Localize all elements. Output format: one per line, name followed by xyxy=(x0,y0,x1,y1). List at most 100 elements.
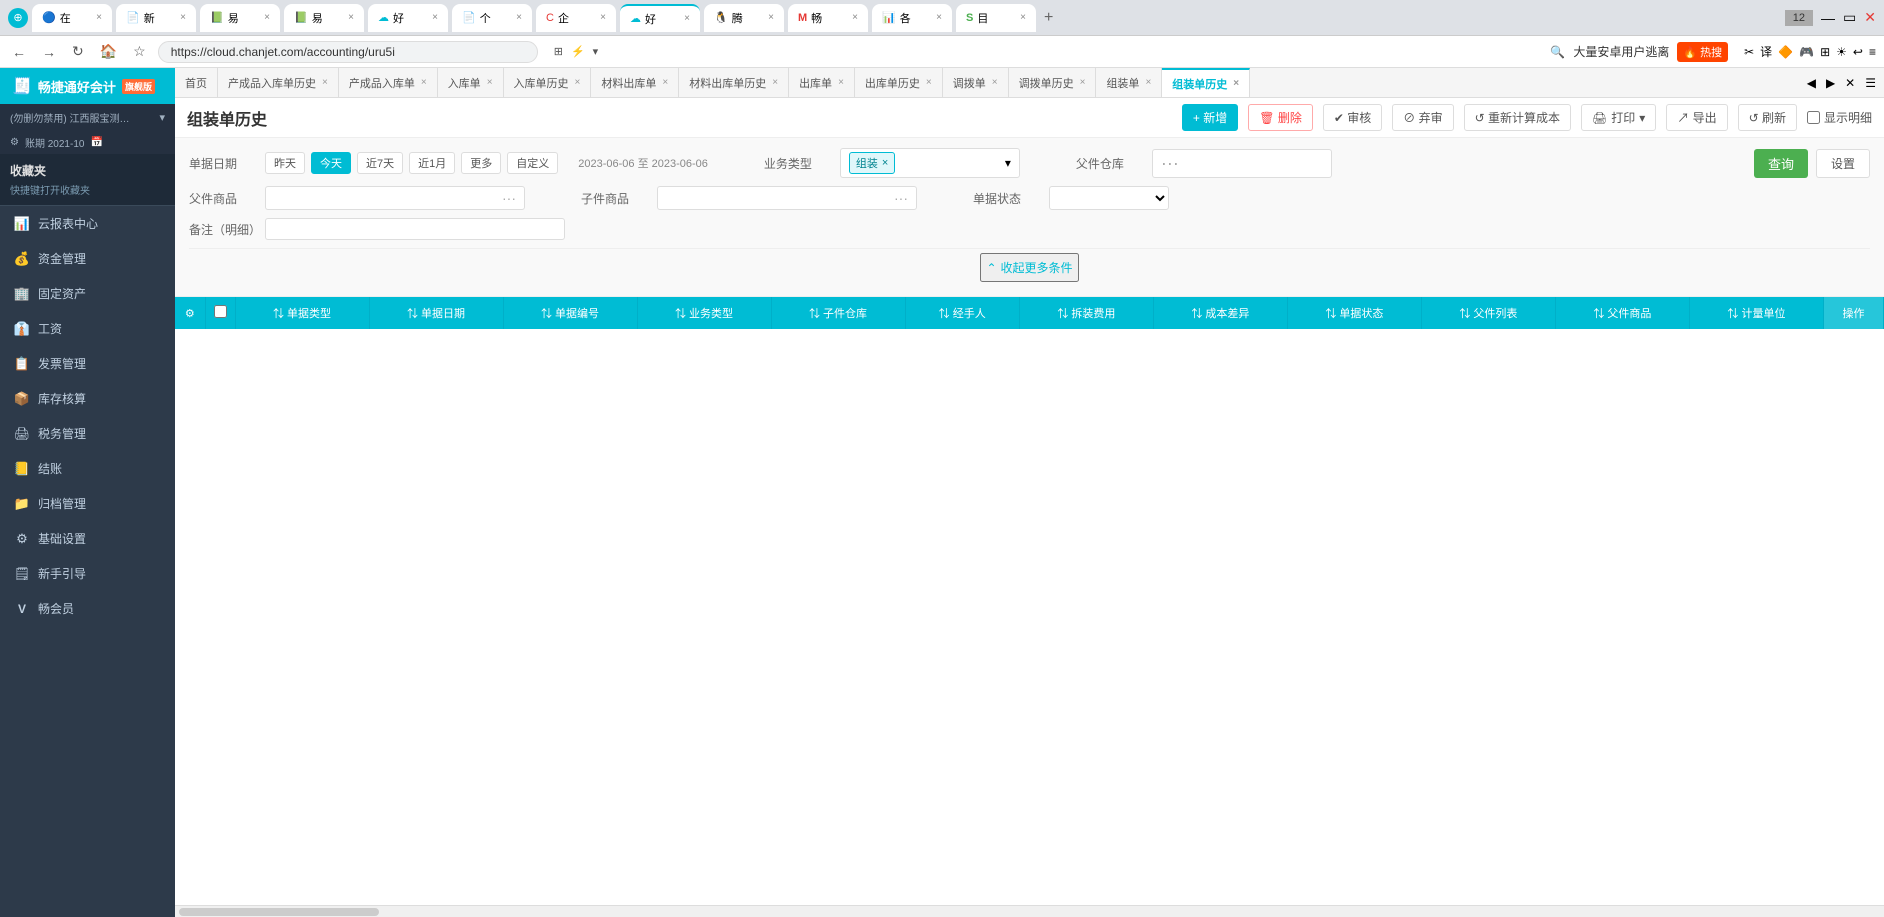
nav-item-archive[interactable]: 📁 归档管理 xyxy=(0,486,175,521)
delete-button[interactable]: 🗑 删除 xyxy=(1248,104,1313,131)
nav-item-settings[interactable]: ⚙ 基础设置 xyxy=(0,521,175,556)
dropdown-arrow[interactable]: ▾ xyxy=(593,45,599,58)
tab-material-out-history-close[interactable]: × xyxy=(772,77,778,88)
horizontal-scrollbar[interactable] xyxy=(175,905,1884,917)
tab6-close[interactable]: × xyxy=(516,12,522,23)
recalculate-button[interactable]: ↺ 重新计算成本 xyxy=(1464,104,1571,131)
page-tab-home[interactable]: 首页 xyxy=(175,68,218,98)
parent-warehouse-input[interactable]: ··· xyxy=(1152,149,1332,178)
tab-in-order-close[interactable]: × xyxy=(487,77,493,88)
parent-warehouse-dots[interactable]: ··· xyxy=(1161,153,1179,174)
child-goods-dots[interactable]: ··· xyxy=(894,190,908,206)
col-cost-diff[interactable]: ⇅ 成本差异 xyxy=(1153,297,1287,329)
tab-close-all[interactable]: ✕ xyxy=(1841,74,1859,92)
biz-type-dropdown[interactable]: ▾ xyxy=(1005,156,1011,170)
nav-item-salary[interactable]: 👔 工资 xyxy=(0,311,175,346)
col-biz-type[interactable]: ⇅ 业务类型 xyxy=(637,297,771,329)
col-disassemble-cost[interactable]: ⇅ 拆装费用 xyxy=(1019,297,1153,329)
tab9-close[interactable]: × xyxy=(768,12,774,23)
col-settings[interactable]: ⚙ xyxy=(175,297,205,329)
window-maximize[interactable]: ▭ xyxy=(1843,9,1856,26)
page-tab-out-history[interactable]: 出库单历史 × xyxy=(855,68,943,98)
period-selector[interactable]: ⚙ 账期 2021-10 📅 xyxy=(0,131,175,154)
window-minimize[interactable]: — xyxy=(1821,10,1835,26)
tab10-close[interactable]: × xyxy=(852,12,858,23)
page-tab-assemble-history[interactable]: 组装单历史 × xyxy=(1162,68,1250,98)
page-tab-material-out-history[interactable]: 材料出库单历史 × xyxy=(679,68,789,98)
home-button[interactable]: 🏠 xyxy=(96,41,121,62)
page-tab-transfer-history[interactable]: 调拨单历史 × xyxy=(1009,68,1097,98)
order-status-select[interactable] xyxy=(1049,186,1169,210)
parent-goods-dots[interactable]: ··· xyxy=(502,190,516,206)
page-tab-transfer[interactable]: 调拨单 × xyxy=(943,68,1009,98)
back-button[interactable]: ← xyxy=(8,42,30,62)
page-tab-out-order[interactable]: 出库单 × xyxy=(789,68,855,98)
refresh-button[interactable]: ↺ 刷新 xyxy=(1738,104,1797,131)
tab2-close[interactable]: × xyxy=(180,12,186,23)
browser-tab-5[interactable]: ☁ 好 × xyxy=(368,4,448,32)
reload-button[interactable]: ↻ xyxy=(68,41,88,62)
tab-transfer-close[interactable]: × xyxy=(992,77,998,88)
tab11-close[interactable]: × xyxy=(936,12,942,23)
tab-out-history-close[interactable]: × xyxy=(926,77,932,88)
settings-button[interactable]: 设置 xyxy=(1816,149,1870,178)
tab4-close[interactable]: × xyxy=(348,12,354,23)
date-btn-today[interactable]: 今天 xyxy=(311,152,351,174)
nav-item-finance[interactable]: 💰 资金管理 xyxy=(0,241,175,276)
notes-input[interactable] xyxy=(265,218,565,240)
query-button[interactable]: 查询 xyxy=(1754,149,1808,178)
browser-tab-1[interactable]: 🔵 在 × xyxy=(32,4,112,32)
scrollbar-thumb[interactable] xyxy=(179,908,379,916)
browser-tab-2[interactable]: 📄 新 × xyxy=(116,4,196,32)
nav-item-invoice[interactable]: 📋 发票管理 xyxy=(0,346,175,381)
col-unit[interactable]: ⇅ 计量单位 xyxy=(1689,297,1823,329)
date-btn-more[interactable]: 更多 xyxy=(461,152,501,174)
col-bill-status[interactable]: ⇅ 单据状态 xyxy=(1287,297,1421,329)
audit-button[interactable]: ✔ 审核 xyxy=(1323,104,1382,131)
tab8-close[interactable]: × xyxy=(684,13,690,24)
tab-in-history-close[interactable]: × xyxy=(575,77,581,88)
browser-tab-11[interactable]: 📊 各 × xyxy=(872,4,952,32)
export-button[interactable]: ↗ 导出 xyxy=(1666,104,1727,131)
nav-item-assets[interactable]: 🏢 固定资产 xyxy=(0,276,175,311)
tab1-close[interactable]: × xyxy=(96,12,102,23)
date-btn-custom[interactable]: 自定义 xyxy=(507,152,558,174)
col-handler[interactable]: ⇅ 经手人 xyxy=(905,297,1019,329)
tab-out-order-close[interactable]: × xyxy=(838,77,844,88)
nav-item-tax[interactable]: 🖨 税务管理 xyxy=(0,416,175,451)
tab3-close[interactable]: × xyxy=(264,12,270,23)
tab-material-out-close[interactable]: × xyxy=(662,77,668,88)
display-toggle[interactable]: 显示明细 xyxy=(1807,109,1872,126)
page-tab-product-in-history[interactable]: 产成品入库单历史 × xyxy=(218,68,339,98)
tab-assemble-history-close[interactable]: × xyxy=(1233,78,1239,89)
col-child-warehouse[interactable]: ⇅ 子件仓库 xyxy=(771,297,905,329)
browser-tab-6[interactable]: 📄 个 × xyxy=(452,4,532,32)
star-button[interactable]: ☆ xyxy=(129,41,150,62)
page-tab-in-history[interactable]: 入库单历史 × xyxy=(504,68,592,98)
print-button[interactable]: 🖨 打印 ▾ xyxy=(1581,104,1656,131)
tab-assemble-close[interactable]: × xyxy=(1145,77,1151,88)
address-input[interactable] xyxy=(158,41,538,63)
col-parent-goods[interactable]: ⇅ 父件商品 xyxy=(1555,297,1689,329)
biz-type-tag-close[interactable]: × xyxy=(882,157,888,169)
page-tab-assemble[interactable]: 组装单 × xyxy=(1096,68,1162,98)
col-bill-date[interactable]: ⇅ 单据日期 xyxy=(369,297,503,329)
child-goods-input[interactable]: ··· xyxy=(657,186,917,210)
tab-more[interactable]: ☰ xyxy=(1861,74,1880,92)
new-tab-button[interactable]: + xyxy=(1040,9,1057,27)
biz-type-input[interactable]: 组装 × ▾ xyxy=(840,148,1020,178)
col-check[interactable] xyxy=(205,297,235,329)
browser-tab-10[interactable]: M 畅 × xyxy=(788,4,868,32)
tab-product-in-history-close[interactable]: × xyxy=(322,77,328,88)
date-btn-yesterday[interactable]: 昨天 xyxy=(265,152,305,174)
tab-scroll-right[interactable]: ▶ xyxy=(1822,74,1839,92)
abandon-button[interactable]: ⊘ 弃审 xyxy=(1392,104,1453,131)
nav-item-inventory[interactable]: 📦 库存核算 xyxy=(0,381,175,416)
tab-transfer-history-close[interactable]: × xyxy=(1080,77,1086,88)
tab7-close[interactable]: × xyxy=(600,12,606,23)
browser-tab-9[interactable]: 🐧 腾 × xyxy=(704,4,784,32)
tab-scroll-left[interactable]: ◀ xyxy=(1803,74,1820,92)
nav-item-guide[interactable]: 🗒 新手引导 xyxy=(0,556,175,591)
window-close[interactable]: ✕ xyxy=(1864,9,1876,26)
company-selector[interactable]: (勿删勿禁用) 江西服宝测试专用 ▾ xyxy=(0,104,175,131)
